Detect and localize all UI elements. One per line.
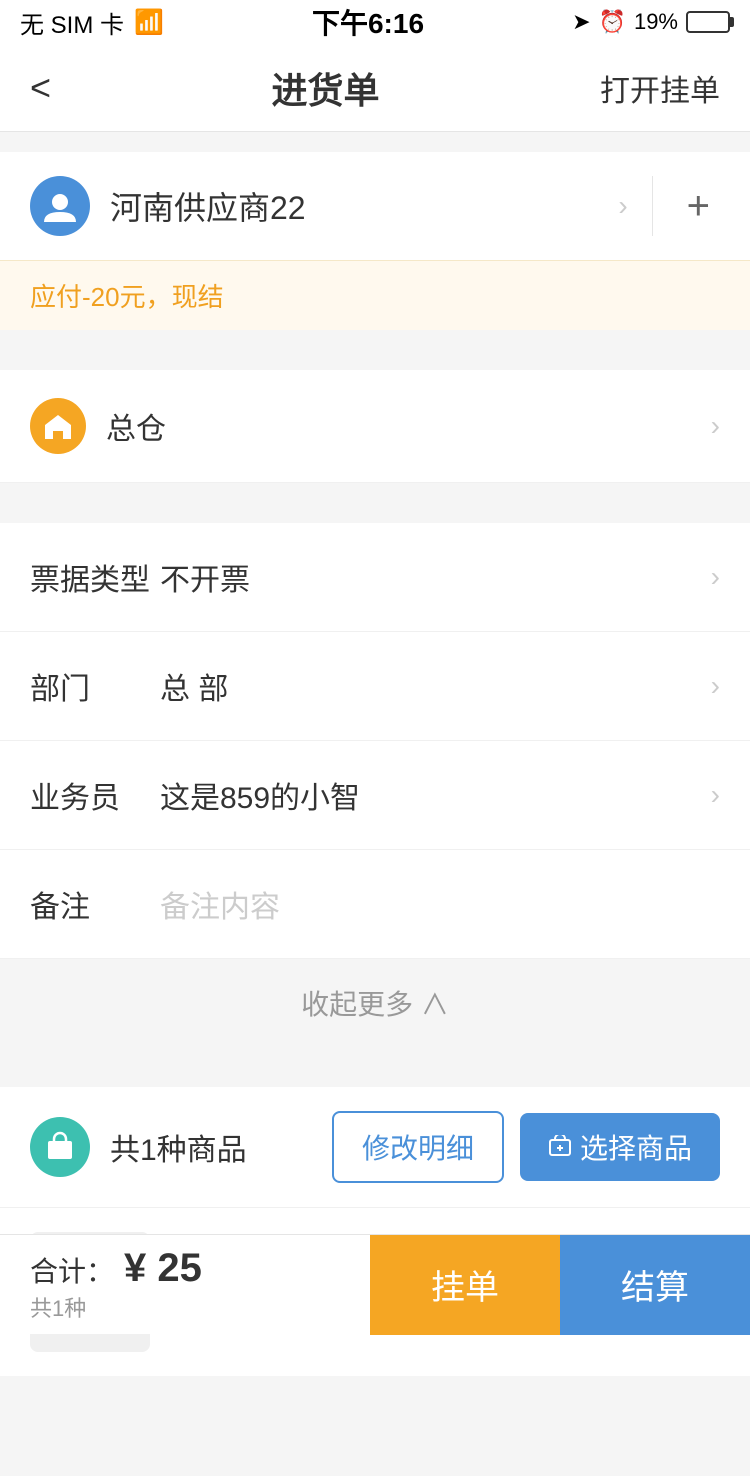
staff-row[interactable]: 业务员 这是859的小智 ›: [0, 741, 750, 850]
ticket-type-value: 不开票: [160, 555, 711, 599]
warehouse-row[interactable]: 总仓 ›: [0, 370, 750, 483]
ticket-type-row[interactable]: 票据类型 不开票 ›: [0, 523, 750, 632]
remark-input[interactable]: 备注内容: [160, 882, 280, 926]
supplier-section: 河南供应商22 › + 应付-20元，现结: [0, 152, 750, 330]
bottom-spacer: [0, 1376, 750, 1476]
wifi-icon: 📶: [134, 8, 164, 37]
ticket-chevron: ›: [711, 561, 720, 593]
staff-chevron: ›: [711, 779, 720, 811]
open-pending-button[interactable]: 打开挂单: [600, 66, 720, 110]
status-time: 下午6:16: [312, 2, 424, 42]
supplier-note: 应付-20元，现结: [0, 260, 750, 330]
chevron-right-icon: ›: [618, 190, 627, 222]
select-product-label: 选择商品: [580, 1127, 692, 1167]
remark-row[interactable]: 备注 备注内容: [0, 850, 750, 959]
collapse-label: 收起更多 ∧: [301, 983, 449, 1023]
edit-detail-button[interactable]: 修改明细: [332, 1111, 504, 1183]
total-amount: ¥ 25: [124, 1246, 202, 1291]
divider: [652, 176, 653, 236]
location-icon: ➤: [572, 9, 590, 35]
warehouse-chevron: ›: [711, 410, 720, 442]
dept-label: 部门: [30, 664, 160, 708]
remark-label: 备注: [30, 882, 160, 926]
gap1: [0, 132, 750, 152]
add-supplier-button[interactable]: +: [677, 184, 720, 229]
total-main: 合计： ¥ 25: [30, 1246, 340, 1291]
supplier-row[interactable]: 河南供应商22 › +: [0, 152, 750, 260]
status-right: ➤ ⏰ 19%: [572, 9, 730, 35]
product-count: 共1种商品: [110, 1125, 332, 1169]
settle-button[interactable]: 结算: [560, 1235, 750, 1335]
gap2: [0, 330, 750, 350]
dept-value: 总 部: [160, 664, 711, 708]
select-product-button[interactable]: 选择商品: [520, 1113, 720, 1181]
supplier-name: 河南供应商22: [110, 183, 618, 229]
warehouse-name: 总仓: [106, 404, 711, 448]
staff-value: 这是859的小智: [160, 773, 711, 817]
collapse-row[interactable]: 收起更多 ∧: [0, 959, 750, 1047]
back-button[interactable]: <: [30, 67, 51, 109]
gap4: [0, 1047, 750, 1067]
staff-label: 业务员: [30, 773, 160, 817]
page-title: 进货单: [272, 62, 380, 114]
warehouse-icon: [30, 398, 86, 454]
gap3: [0, 483, 750, 503]
battery-percent: 19%: [634, 9, 678, 35]
avatar: [30, 176, 90, 236]
nav-bar: < 进货单 打开挂单: [0, 44, 750, 132]
product-icon: [30, 1117, 90, 1177]
total-label: 合计：: [30, 1250, 114, 1290]
product-header: 共1种商品 修改明细 选择商品: [0, 1087, 750, 1208]
fields-section: 票据类型 不开票 › 部门 总 部 › 业务员 这是859的小智 › 备注 备注…: [0, 523, 750, 959]
ticket-type-label: 票据类型: [30, 555, 160, 599]
alarm-icon: ⏰: [599, 9, 626, 35]
warehouse-section: 总仓 ›: [0, 370, 750, 483]
dept-chevron: ›: [711, 670, 720, 702]
status-left: 无 SIM 卡 📶: [20, 5, 164, 40]
pend-button[interactable]: 挂单: [370, 1235, 560, 1335]
bottom-bar: 合计： ¥ 25 共1种 挂单 结算: [0, 1234, 750, 1334]
total-section: 合计： ¥ 25 共1种: [0, 1246, 370, 1323]
carrier-label: 无 SIM 卡: [20, 5, 124, 40]
total-sub: 共1种: [30, 1291, 340, 1323]
dept-row[interactable]: 部门 总 部 ›: [0, 632, 750, 741]
battery-icon: [686, 11, 730, 33]
status-bar: 无 SIM 卡 📶 下午6:16 ➤ ⏰ 19%: [0, 0, 750, 44]
